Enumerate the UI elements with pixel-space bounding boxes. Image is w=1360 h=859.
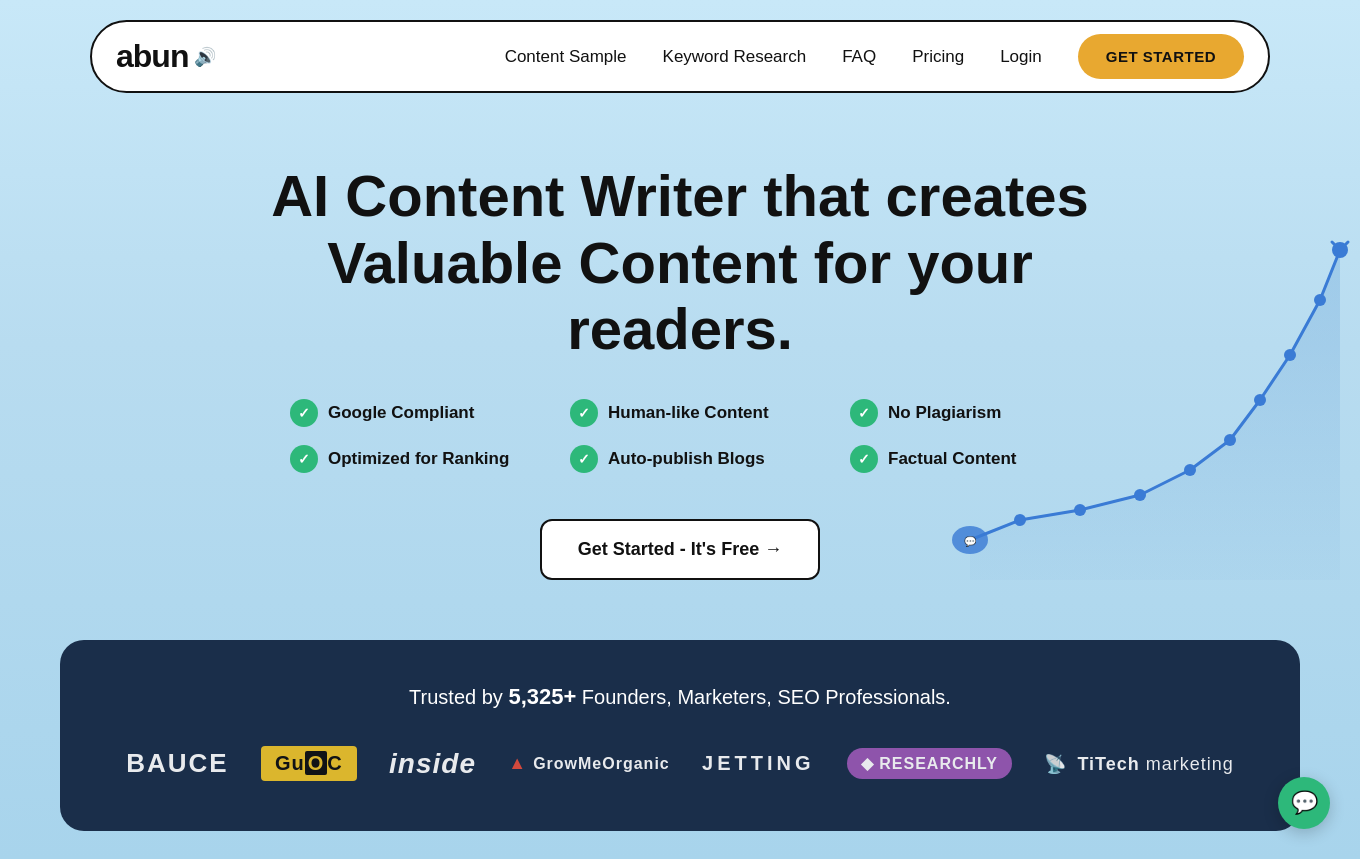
check-icon-no-plagiarism: ✓ [850, 399, 878, 427]
logo-jetting: JETTING [702, 752, 814, 775]
nav-faq[interactable]: FAQ [842, 47, 876, 67]
titech-icon: 📡 [1044, 754, 1067, 774]
feature-optimized-ranking: ✓ Optimized for Ranking [290, 445, 510, 473]
trusted-text: Trusted by 5,325+ Founders, Marketers, S… [120, 684, 1240, 710]
feature-label-auto-publish: Auto-publish Blogs [608, 449, 765, 469]
check-icon-human-like: ✓ [570, 399, 598, 427]
feature-label-optimized-ranking: Optimized for Ranking [328, 449, 509, 469]
feature-no-plagiarism: ✓ No Plagiarism [850, 399, 1070, 427]
feature-label-human-like: Human-like Content [608, 403, 769, 423]
hero-section: AI Content Writer that creates Valuable … [0, 93, 1360, 620]
trusted-suffix: Founders, Marketers, SEO Professionals. [576, 686, 951, 708]
check-icon-auto-publish: ✓ [570, 445, 598, 473]
trusted-count: 5,325+ [508, 684, 576, 709]
growme-label: GrowMeOrganic [533, 755, 670, 773]
nav-login[interactable]: Login [1000, 47, 1042, 67]
check-icon-optimized-ranking: ✓ [290, 445, 318, 473]
logo-guoc: GuOC [261, 746, 357, 781]
nav-links: Content Sample Keyword Research FAQ Pric… [505, 47, 1042, 67]
feature-label-google-compliant: Google Compliant [328, 403, 474, 423]
check-icon-google-compliant: ✓ [290, 399, 318, 427]
check-icon-factual: ✓ [850, 445, 878, 473]
hero-cta-button[interactable]: Get Started - It's Free → [540, 519, 820, 580]
feature-label-factual: Factual Content [888, 449, 1016, 469]
logo-bauce: BAUCE [126, 748, 228, 779]
logo-inside: inside [389, 748, 476, 780]
titech-label: TiTech marketing [1077, 754, 1233, 774]
logos-row: BAUCE GuOC inside ▲ GrowMeOrganic JETTIN… [120, 746, 1240, 781]
nav-keyword-research[interactable]: Keyword Research [663, 47, 807, 67]
nav-pricing[interactable]: Pricing [912, 47, 964, 67]
chat-icon: 💬 [1291, 790, 1318, 816]
chat-widget-button[interactable]: 💬 [1278, 777, 1330, 829]
trusted-prefix: Trusted by [409, 686, 508, 708]
feature-label-no-plagiarism: No Plagiarism [888, 403, 1001, 423]
feature-auto-publish: ✓ Auto-publish Blogs [570, 445, 790, 473]
logo-titech: 📡 TiTech marketing [1044, 753, 1233, 775]
nav-get-started-button[interactable]: GET STARTED [1078, 34, 1244, 79]
sound-icon: 🔊 [194, 46, 216, 68]
feature-google-compliant: ✓ Google Compliant [290, 399, 510, 427]
hero-title: AI Content Writer that creates Valuable … [230, 163, 1130, 363]
growme-icon: ▲ [508, 753, 527, 774]
logo-researchly: ◆ RESEARCHLY [847, 748, 1012, 779]
logo-growme: ▲ GrowMeOrganic [508, 753, 669, 774]
logo-area: abun 🔊 [116, 38, 216, 75]
features-grid: ✓ Google Compliant ✓ Human-like Content … [290, 399, 1070, 473]
trusted-section: Trusted by 5,325+ Founders, Marketers, S… [60, 640, 1300, 831]
nav-wrapper: abun 🔊 Content Sample Keyword Research F… [0, 0, 1360, 93]
navbar: abun 🔊 Content Sample Keyword Research F… [90, 20, 1270, 93]
nav-content-sample[interactable]: Content Sample [505, 47, 627, 67]
feature-human-like: ✓ Human-like Content [570, 399, 790, 427]
feature-factual: ✓ Factual Content [850, 445, 1070, 473]
logo-text: abun [116, 38, 188, 75]
